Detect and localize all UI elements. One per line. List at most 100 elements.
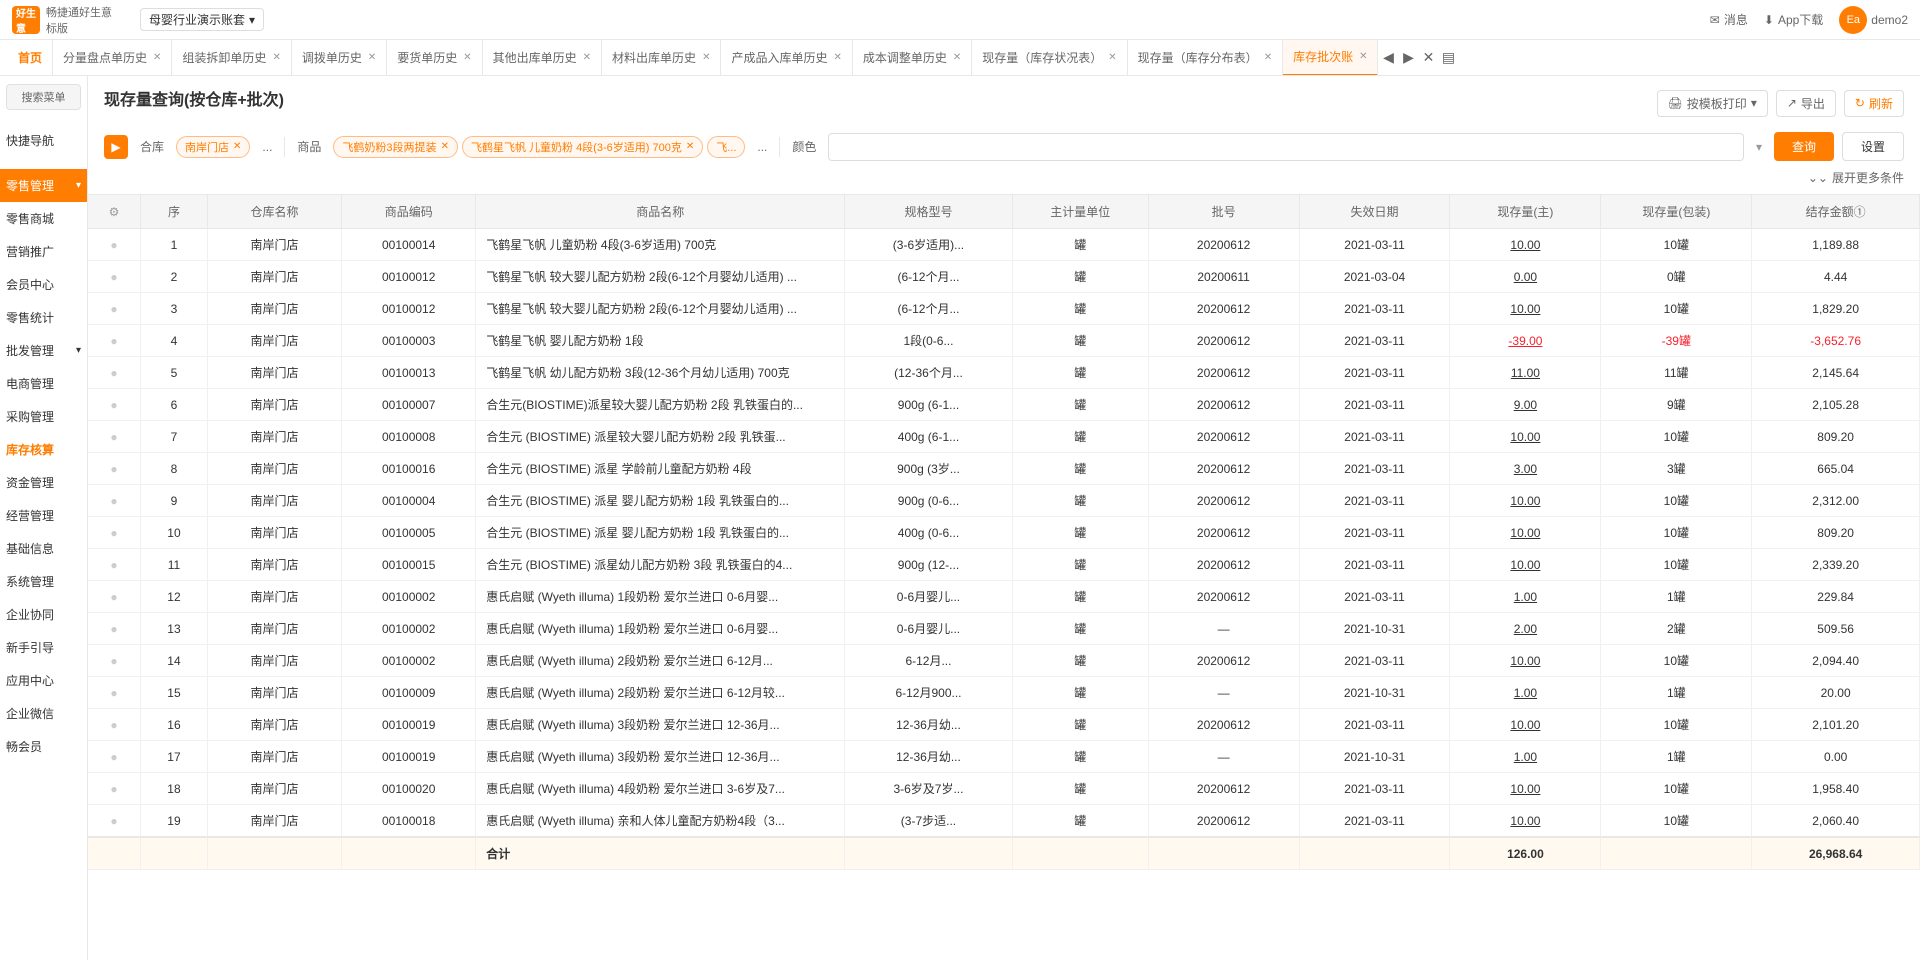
row-gear[interactable]: ● bbox=[88, 613, 140, 645]
row-stock-main[interactable]: 10.00 bbox=[1450, 293, 1601, 325]
tab-chan-pin[interactable]: 产成品入库单历史 ✕ bbox=[721, 40, 852, 76]
sidebar-item-basic-info[interactable]: 基础信息 bbox=[0, 532, 87, 565]
sidebar-item-zero-mgmt[interactable]: 零售管理 ▾ bbox=[0, 169, 87, 202]
row-gear[interactable]: ● bbox=[88, 357, 140, 389]
row-gear[interactable]: ● bbox=[88, 581, 140, 613]
row-gear[interactable]: ● bbox=[88, 485, 140, 517]
tab-close-icon[interactable]: ✕ bbox=[368, 52, 376, 63]
row-stock-main[interactable]: 3.00 bbox=[1450, 453, 1601, 485]
tab-close-icon[interactable]: ✕ bbox=[702, 52, 710, 63]
row-stock-main[interactable]: 1.00 bbox=[1450, 677, 1601, 709]
row-gear[interactable]: ● bbox=[88, 773, 140, 805]
refresh-btn[interactable]: ↻ 刷新 bbox=[1844, 90, 1904, 117]
tab-pi-ci[interactable]: 库存批次账 ✕ bbox=[1283, 40, 1378, 76]
app-download-btn[interactable]: ⬇ App下载 bbox=[1764, 11, 1823, 28]
product-ellipsis[interactable]: ... bbox=[757, 140, 767, 154]
row-gear[interactable]: ● bbox=[88, 805, 140, 838]
query-btn[interactable]: 查询 bbox=[1774, 132, 1834, 161]
tab-cai-liao[interactable]: 材料出库单历史 ✕ bbox=[602, 40, 721, 76]
row-stock-main[interactable]: 10.00 bbox=[1450, 549, 1601, 581]
row-gear[interactable]: ● bbox=[88, 549, 140, 581]
sidebar-item-inventory[interactable]: 库存核算 bbox=[0, 433, 87, 466]
filter-toggle-btn[interactable]: ▶ bbox=[104, 135, 128, 159]
sidebar-item-new-guide[interactable]: 新手引导 bbox=[0, 631, 87, 664]
sidebar-item-app-center[interactable]: 应用中心 bbox=[0, 664, 87, 697]
row-gear[interactable]: ● bbox=[88, 645, 140, 677]
row-gear[interactable]: ● bbox=[88, 709, 140, 741]
color-dropdown-icon[interactable]: ▾ bbox=[1756, 140, 1762, 154]
row-stock-main[interactable]: -39.00 bbox=[1450, 325, 1601, 357]
row-gear[interactable]: ● bbox=[88, 741, 140, 773]
sidebar-item-member-benefit[interactable]: 畅会员 bbox=[0, 730, 87, 763]
row-stock-main[interactable]: 10.00 bbox=[1450, 805, 1601, 838]
sidebar-item-purchase[interactable]: 采购管理 bbox=[0, 400, 87, 433]
tab-xian-cun-2[interactable]: 现存量（库存分布表）✕ bbox=[1128, 40, 1283, 76]
sidebar-item-ecommerce[interactable]: 电商管理 bbox=[0, 367, 87, 400]
sidebar-search-btn[interactable]: 搜索菜单 bbox=[6, 84, 81, 110]
sidebar-item-batch-mgmt[interactable]: 批发管理 ▾ bbox=[0, 334, 87, 367]
color-filter-input[interactable] bbox=[828, 133, 1744, 161]
user-area[interactable]: Ea demo2 bbox=[1839, 6, 1908, 34]
row-gear[interactable]: ● bbox=[88, 421, 140, 453]
template-print-btn[interactable]: 🖨 按模板打印 ▾ bbox=[1657, 90, 1768, 117]
row-stock-main[interactable]: 10.00 bbox=[1450, 709, 1601, 741]
row-gear[interactable]: ● bbox=[88, 293, 140, 325]
row-stock-main[interactable]: 10.00 bbox=[1450, 517, 1601, 549]
sidebar-item-member[interactable]: 会员中心 bbox=[0, 268, 87, 301]
tab-close-icon[interactable]: ✕ bbox=[1108, 52, 1116, 63]
tab-xian-cun-1[interactable]: 现存量（库存状况表）✕ bbox=[972, 40, 1127, 76]
row-stock-main[interactable]: 1.00 bbox=[1450, 581, 1601, 613]
row-gear[interactable]: ● bbox=[88, 453, 140, 485]
tab-qi-ta[interactable]: 其他出库单历史 ✕ bbox=[483, 40, 602, 76]
expand-more-btn[interactable]: ⌄⌄ 展开更多条件 bbox=[1808, 169, 1904, 186]
tab-menu-btn[interactable]: ▤ bbox=[1438, 40, 1458, 76]
tab-close-icon[interactable]: ✕ bbox=[1264, 52, 1272, 63]
message-btn[interactable]: ✉ 消息 bbox=[1710, 11, 1748, 28]
tab-close-icon[interactable]: ✕ bbox=[153, 52, 161, 63]
tab-close-icon[interactable]: ✕ bbox=[272, 52, 280, 63]
row-stock-main[interactable]: 2.00 bbox=[1450, 613, 1601, 645]
row-stock-main[interactable]: 0.00 bbox=[1450, 261, 1601, 293]
tab-diao-bo[interactable]: 调拨单历史 ✕ bbox=[292, 40, 387, 76]
gear-icon[interactable]: ⚙ bbox=[109, 205, 120, 219]
remove-warehouse-tag-icon[interactable]: ✕ bbox=[233, 141, 241, 152]
remove-product-tag-1-icon[interactable]: ✕ bbox=[441, 141, 449, 152]
sidebar-item-marketing[interactable]: 营销推广 bbox=[0, 235, 87, 268]
row-gear[interactable]: ● bbox=[88, 517, 140, 549]
tab-home[interactable]: 首页 bbox=[8, 40, 53, 76]
row-stock-main[interactable]: 10.00 bbox=[1450, 645, 1601, 677]
row-gear[interactable]: ● bbox=[88, 325, 140, 357]
sidebar-item-zero-shop[interactable]: 零售商城 bbox=[0, 202, 87, 235]
industry-selector[interactable]: 母婴行业演示账套 ▾ bbox=[140, 8, 264, 31]
warehouse-ellipsis[interactable]: ... bbox=[262, 140, 272, 154]
row-stock-main[interactable]: 9.00 bbox=[1450, 389, 1601, 421]
row-stock-main[interactable]: 11.00 bbox=[1450, 357, 1601, 389]
tab-cheng-ben[interactable]: 成本调整单历史 ✕ bbox=[853, 40, 972, 76]
tab-close-icon[interactable]: ✕ bbox=[953, 52, 961, 63]
row-stock-main[interactable]: 10.00 bbox=[1450, 773, 1601, 805]
tab-yao-huo[interactable]: 要货单历史 ✕ bbox=[387, 40, 482, 76]
export-btn[interactable]: ↗ 导出 bbox=[1776, 90, 1836, 117]
sidebar-item-company-wx[interactable]: 企业微信 bbox=[0, 697, 87, 730]
sidebar-item-company[interactable]: 企业协同 bbox=[0, 598, 87, 631]
settings-btn[interactable]: 设置 bbox=[1842, 132, 1904, 161]
remove-product-tag-2-icon[interactable]: ✕ bbox=[686, 141, 694, 152]
row-gear[interactable]: ● bbox=[88, 677, 140, 709]
tab-prev-btn[interactable]: ◀ bbox=[1378, 40, 1398, 76]
sidebar-item-finance[interactable]: 资金管理 bbox=[0, 466, 87, 499]
tab-close-all-btn[interactable]: ✕ bbox=[1418, 40, 1438, 76]
th-gear[interactable]: ⚙ bbox=[88, 195, 140, 229]
row-gear[interactable]: ● bbox=[88, 261, 140, 293]
row-stock-main[interactable]: 10.00 bbox=[1450, 229, 1601, 261]
tab-close-icon[interactable]: ✕ bbox=[463, 52, 471, 63]
sidebar-item-operation[interactable]: 经营管理 bbox=[0, 499, 87, 532]
row-gear[interactable]: ● bbox=[88, 389, 140, 421]
row-stock-main[interactable]: 10.00 bbox=[1450, 421, 1601, 453]
sidebar-item-zero-stat[interactable]: 零售统计 bbox=[0, 301, 87, 334]
tab-close-icon[interactable]: ✕ bbox=[583, 52, 591, 63]
row-stock-main[interactable]: 1.00 bbox=[1450, 741, 1601, 773]
tab-close-icon[interactable]: ✕ bbox=[1359, 51, 1367, 62]
row-stock-main[interactable]: 10.00 bbox=[1450, 485, 1601, 517]
tab-fen-pan[interactable]: 分量盘点单历史 ✕ bbox=[53, 40, 172, 76]
tab-zu-chai[interactable]: 组装拆卸单历史 ✕ bbox=[172, 40, 291, 76]
